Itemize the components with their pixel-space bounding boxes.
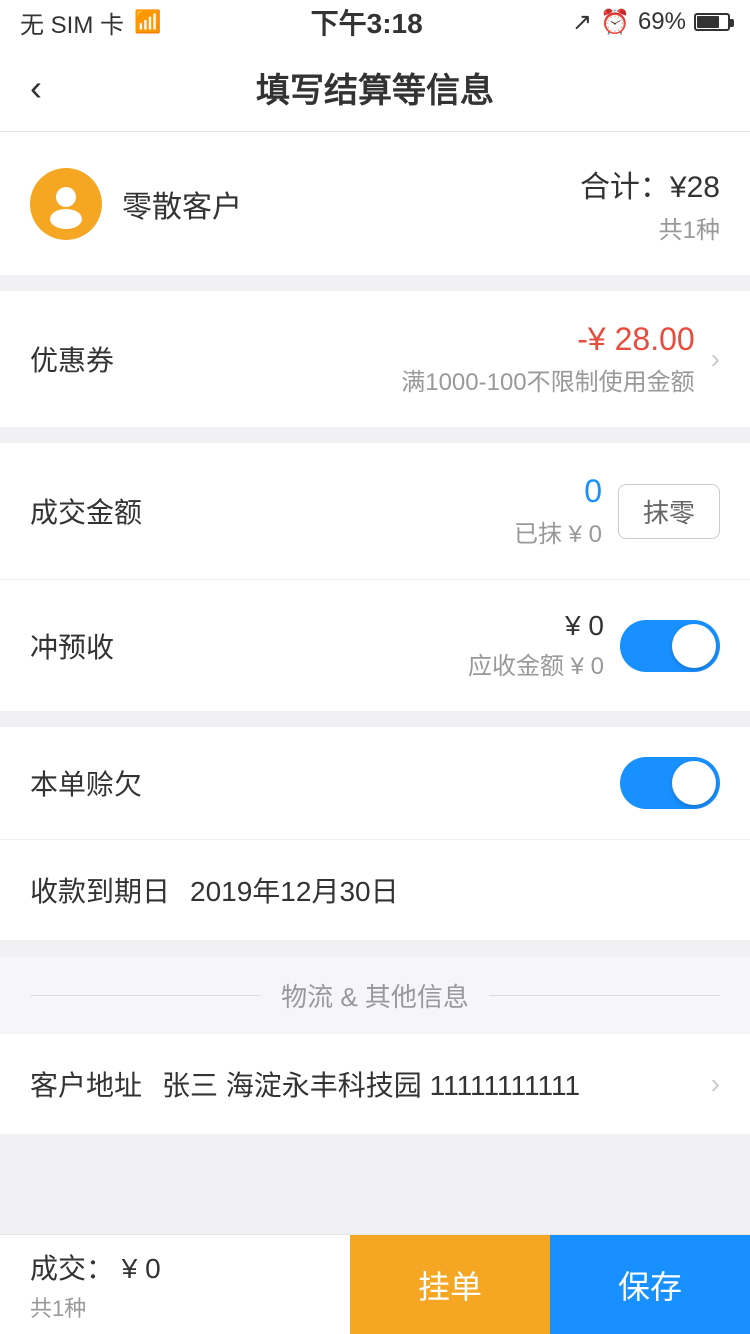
prepaid-value: ¥ 0 xyxy=(468,610,604,642)
debit-label: 本单赊欠 xyxy=(30,763,142,803)
coupon-right: -¥ 28.00 满1000-100不限制使用金额 › xyxy=(401,321,720,397)
deal-amount-label: 成交金额 xyxy=(30,491,142,531)
page-title: 填写结算等信息 xyxy=(256,63,494,112)
total-amount: 合计：¥28 xyxy=(580,162,720,206)
nav-bar: ‹ 填写结算等信息 xyxy=(0,44,750,132)
prepaid-right: ¥ 0 应收金额 ¥ 0 xyxy=(468,610,720,681)
address-chevron-icon: › xyxy=(711,1068,720,1100)
address-label: 客户地址 xyxy=(30,1064,142,1104)
prepaid-toggle-knob xyxy=(672,624,716,668)
battery-percent: 69% xyxy=(638,8,686,36)
prepaid-label: 冲预收 xyxy=(30,626,114,666)
status-bar: 无 SIM 卡 📶 下午3:18 ↗ ⏰ 69% xyxy=(0,0,750,44)
deal-amount-row: 成交金额 0 已抹 ¥ 0 抹零 xyxy=(0,443,750,580)
customer-name: 零散客户 xyxy=(122,182,242,226)
bottom-deal-amount: ¥ 0 xyxy=(122,1253,161,1284)
address-value: 张三 海淀永丰科技园 11111111111 xyxy=(162,1064,711,1104)
due-date-value: 2019年12月30日 xyxy=(190,870,399,910)
location-icon: ↗ xyxy=(572,8,592,37)
battery-icon xyxy=(694,13,730,31)
bottom-deal: 成交： ¥ 0 xyxy=(30,1247,320,1287)
debit-right xyxy=(620,757,720,809)
customer-section: 零散客户 合计：¥28 共1种 xyxy=(0,132,750,275)
status-right: ↗ ⏰ 69% xyxy=(572,8,730,37)
total-count: 共1种 xyxy=(580,210,720,245)
prepaid-sub: 应收金额 ¥ 0 xyxy=(468,646,604,681)
coupon-discount: -¥ 28.00 xyxy=(401,321,694,358)
hold-button[interactable]: 挂单 xyxy=(350,1235,550,1334)
customer-row: 零散客户 合计：¥28 共1种 xyxy=(0,132,750,275)
customer-right: 合计：¥28 共1种 xyxy=(580,162,720,245)
prepaid-toggle[interactable] xyxy=(620,620,720,672)
bottom-deal-label: 成交： xyxy=(30,1253,114,1284)
coupon-label: 优惠券 xyxy=(30,339,114,379)
save-button[interactable]: 保存 xyxy=(550,1235,750,1334)
logistics-header: 物流 & 其他信息 xyxy=(0,957,750,1034)
bottom-summary: 成交： ¥ 0 共1种 xyxy=(0,1247,350,1323)
status-time: 下午3:18 xyxy=(311,2,423,42)
coupon-section[interactable]: 优惠券 -¥ 28.00 满1000-100不限制使用金额 › xyxy=(0,291,750,427)
status-left: 无 SIM 卡 📶 xyxy=(20,5,161,40)
prepaid-row: 冲预收 ¥ 0 应收金额 ¥ 0 xyxy=(0,580,750,711)
debit-section: 本单赊欠 收款到期日 2019年12月30日 xyxy=(0,727,750,941)
coupon-desc: 满1000-100不限制使用金额 xyxy=(401,362,694,397)
address-row[interactable]: 客户地址 张三 海淀永丰科技园 11111111111 › xyxy=(0,1034,750,1134)
back-button[interactable]: ‹ xyxy=(30,67,42,109)
due-date-row: 收款到期日 2019年12月30日 xyxy=(0,840,750,941)
logistics-header-text: 物流 & 其他信息 xyxy=(281,977,469,1014)
due-date-label: 收款到期日 xyxy=(30,870,170,910)
coupon-chevron-icon: › xyxy=(711,343,720,375)
customer-left: 零散客户 xyxy=(30,168,242,240)
alarm-icon: ⏰ xyxy=(600,8,630,37)
wifi-icon: 📶 xyxy=(134,9,161,35)
debit-row: 本单赊欠 xyxy=(0,727,750,840)
avatar xyxy=(30,168,102,240)
debit-toggle-knob xyxy=(672,761,716,805)
round-zero-button[interactable]: 抹零 xyxy=(618,484,720,539)
bottom-count: 共1种 xyxy=(30,1291,320,1323)
deal-amount-section: 成交金额 0 已抹 ¥ 0 抹零 冲预收 ¥ 0 应收金额 ¥ 0 xyxy=(0,443,750,711)
deal-amount-sub: 已抹 ¥ 0 xyxy=(514,514,602,549)
deal-amount-right: 0 已抹 ¥ 0 抹零 xyxy=(514,473,720,549)
carrier-label: 无 SIM 卡 xyxy=(20,5,124,40)
bottom-bar: 成交： ¥ 0 共1种 挂单 保存 xyxy=(0,1234,750,1334)
debit-toggle[interactable] xyxy=(620,757,720,809)
logistics-section: 物流 & 其他信息 客户地址 张三 海淀永丰科技园 11111111111 › xyxy=(0,957,750,1134)
deal-amount-value[interactable]: 0 xyxy=(514,473,602,510)
coupon-row[interactable]: 优惠券 -¥ 28.00 满1000-100不限制使用金额 › xyxy=(0,291,750,427)
